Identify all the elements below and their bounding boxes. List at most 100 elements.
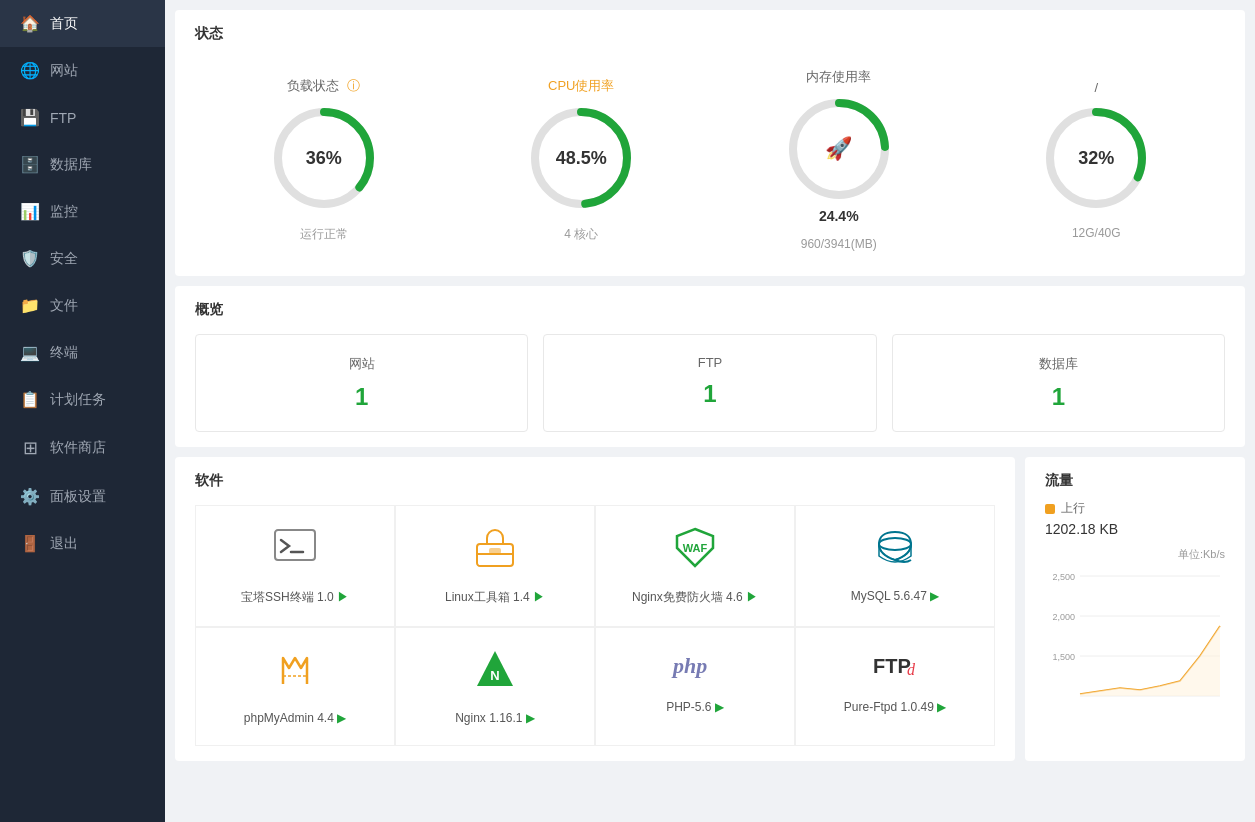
chart-unit: 单位:Kb/s — [1045, 547, 1225, 562]
sidebar-item-appstore[interactable]: ⊞ 软件商店 — [0, 423, 165, 473]
ftpd-label: Pure-Ftpd 1.0.49 ▶ — [844, 700, 946, 714]
sidebar-item-security[interactable]: 🛡️ 安全 — [0, 235, 165, 282]
svg-text:php: php — [671, 653, 707, 678]
php-icon: php — [671, 648, 719, 690]
sidebar-label-appstore: 软件商店 — [50, 439, 106, 457]
chart-area: 2,500 2,000 1,500 — [1045, 566, 1225, 726]
software-nginx[interactable]: N Nginx 1.16.1 ▶ — [395, 627, 595, 746]
sidebar-label-terminal: 终端 — [50, 344, 78, 362]
linux-tools-label: Linux工具箱 1.4 ▶ — [445, 589, 545, 606]
software-pureftpd[interactable]: FTP d Pure-Ftpd 1.0.49 ▶ — [795, 627, 995, 746]
svg-text:1,500: 1,500 — [1052, 652, 1075, 662]
sidebar-item-terminal[interactable]: 💻 终端 — [0, 329, 165, 376]
sidebar-item-monitor[interactable]: 📊 监控 — [0, 188, 165, 235]
sidebar-item-website[interactable]: 🌐 网站 — [0, 47, 165, 94]
svg-text:WAF: WAF — [683, 542, 708, 554]
svg-text:FTP: FTP — [873, 655, 911, 677]
sidebar-label-logout: 退出 — [50, 535, 78, 553]
software-section: 软件 宝塔SSH终端 1.0 ▶ — [175, 457, 1015, 761]
legend-dot-up — [1045, 504, 1055, 514]
sidebar-label-ftp: FTP — [50, 110, 76, 126]
overview-section: 概览 网站 1 FTP 1 数据库 1 — [175, 286, 1245, 447]
overview-card-ftp[interactable]: FTP 1 — [543, 334, 876, 432]
gauge-memory-circle: 🚀 — [784, 94, 894, 204]
traffic-legend-up-label: 上行 — [1061, 500, 1085, 517]
sidebar-item-settings[interactable]: ⚙️ 面板设置 — [0, 473, 165, 520]
sidebar-label-settings: 面板设置 — [50, 488, 106, 506]
software-phpmyadmin[interactable]: phpMyAdmin 4.4 ▶ — [195, 627, 395, 746]
website-icon: 🌐 — [20, 61, 40, 80]
traffic-section: 流量 上行 1202.18 KB 单位:Kb/s 2,500 2,000 1,5… — [1025, 457, 1245, 761]
software-grid: 宝塔SSH终端 1.0 ▶ Linux工具箱 1.4 ▶ — [195, 505, 995, 746]
traffic-chart-svg: 2,500 2,000 1,500 — [1045, 566, 1225, 726]
status-gauges-row: 负载状态 ⓘ 36% 运行正常 CPU使用率 — [195, 58, 1225, 261]
svg-text:2,500: 2,500 — [1052, 572, 1075, 582]
nginx-label: Nginx 1.16.1 ▶ — [455, 711, 535, 725]
ftpd-icon: FTP d — [871, 648, 919, 690]
gauge-load-percent: 36% — [306, 147, 342, 167]
overview-website-label: 网站 — [349, 355, 375, 373]
gauge-cpu: CPU使用率 48.5% 4 核心 — [526, 77, 636, 243]
sidebar-item-home[interactable]: 🏠 首页 — [0, 0, 165, 47]
traffic-title: 流量 — [1045, 472, 1225, 490]
overview-card-database[interactable]: 数据库 1 — [892, 334, 1225, 432]
sidebar-label-home: 首页 — [50, 15, 78, 33]
svg-rect-8 — [275, 530, 315, 560]
logout-icon: 🚪 — [20, 534, 40, 553]
sidebar-item-database[interactable]: 🗄️ 数据库 — [0, 141, 165, 188]
phpmyadmin-icon — [273, 648, 317, 701]
gauge-memory-percent: 24.4% — [819, 208, 859, 224]
software-waf[interactable]: WAF Nginx免费防火墙 4.6 ▶ — [595, 505, 795, 627]
overview-ftp-value: 1 — [703, 380, 716, 408]
gauge-load: 负载状态 ⓘ 36% 运行正常 — [269, 77, 379, 243]
waf-label: Nginx免费防火墙 4.6 ▶ — [632, 589, 758, 606]
sidebar-item-files[interactable]: 📁 文件 — [0, 282, 165, 329]
sidebar-label-website: 网站 — [50, 62, 78, 80]
gauge-cpu-circle: 48.5% — [526, 103, 636, 213]
mysql-icon — [873, 526, 917, 579]
gauge-memory: 内存使用率 🚀 24.4% 960/3941(MB) — [784, 68, 894, 251]
gauge-disk-label: / — [1094, 80, 1098, 95]
main-content: 状态 负载状态 ⓘ 36% 运行正常 — [165, 0, 1255, 822]
software-php[interactable]: php PHP-5.6 ▶ — [595, 627, 795, 746]
info-icon-load[interactable]: ⓘ — [347, 78, 360, 93]
overview-ftp-label: FTP — [698, 355, 723, 370]
terminal-icon: 💻 — [20, 343, 40, 362]
overview-website-value: 1 — [355, 383, 368, 411]
gauge-cpu-label: CPU使用率 — [548, 78, 614, 93]
software-ssh[interactable]: 宝塔SSH终端 1.0 ▶ — [195, 505, 395, 627]
traffic-legend: 上行 — [1045, 500, 1225, 517]
overview-card-website[interactable]: 网站 1 — [195, 334, 528, 432]
monitor-icon: 📊 — [20, 202, 40, 221]
files-icon: 📁 — [20, 296, 40, 315]
gauge-cpu-percent: 48.5% — [556, 147, 607, 167]
traffic-value: 1202.18 KB — [1045, 521, 1225, 537]
software-mysql[interactable]: MySQL 5.6.47 ▶ — [795, 505, 995, 627]
status-title: 状态 — [195, 25, 1225, 43]
waf-icon: WAF — [673, 526, 717, 579]
sidebar-label-security: 安全 — [50, 250, 78, 268]
overview-title: 概览 — [195, 301, 1225, 319]
php-label: PHP-5.6 ▶ — [666, 700, 724, 714]
appstore-icon: ⊞ — [20, 437, 40, 459]
svg-text:2,000: 2,000 — [1052, 612, 1075, 622]
svg-text:d: d — [907, 661, 916, 678]
sidebar-item-cron[interactable]: 📋 计划任务 — [0, 376, 165, 423]
sidebar-item-logout[interactable]: 🚪 退出 — [0, 520, 165, 567]
gauge-load-circle: 36% — [269, 103, 379, 213]
gauge-cpu-sub: 4 核心 — [564, 226, 598, 243]
software-linux-tools[interactable]: Linux工具箱 1.4 ▶ — [395, 505, 595, 627]
bottom-row: 软件 宝塔SSH终端 1.0 ▶ — [175, 457, 1245, 761]
svg-point-15 — [879, 538, 911, 550]
sidebar-item-ftp[interactable]: 💾 FTP — [0, 94, 165, 141]
sidebar-label-files: 文件 — [50, 297, 78, 315]
ssh-label: 宝塔SSH终端 1.0 ▶ — [241, 589, 349, 606]
sidebar-label-database: 数据库 — [50, 156, 92, 174]
sidebar-label-monitor: 监控 — [50, 203, 78, 221]
home-icon: 🏠 — [20, 14, 40, 33]
gauge-load-sub: 运行正常 — [300, 226, 348, 243]
nginx-icon: N — [473, 648, 517, 701]
gauge-load-label: 负载状态 — [287, 78, 339, 93]
rocket-icon: 🚀 — [825, 136, 852, 161]
settings-icon: ⚙️ — [20, 487, 40, 506]
